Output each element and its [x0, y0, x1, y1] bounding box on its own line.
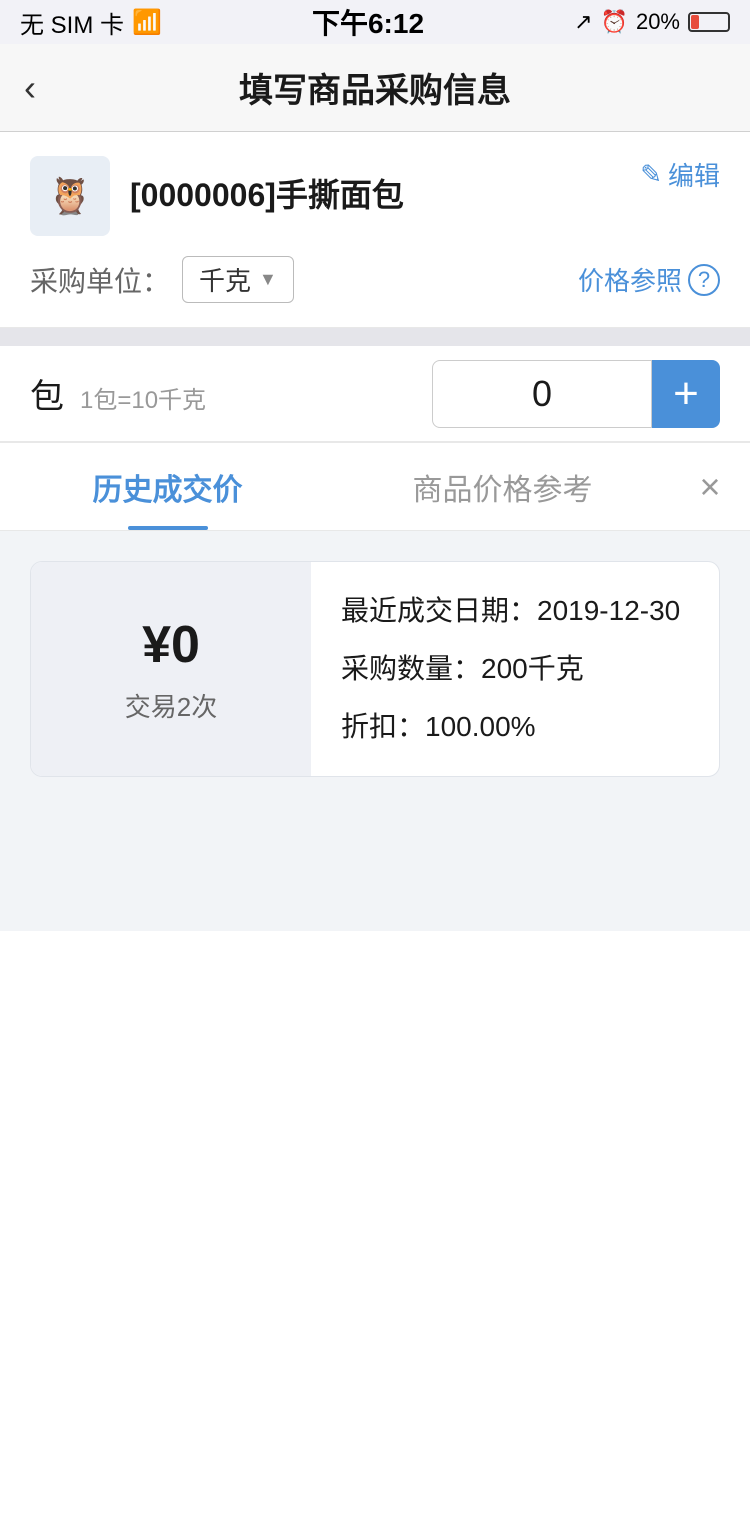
location-icon: ↗: [574, 9, 592, 35]
unit-value: 千克: [199, 261, 251, 298]
product-unit-row: 采购单位： 千克 ▼ 价格参照 ?: [30, 256, 720, 303]
history-purchase-qty-label: 采购数量：: [341, 653, 481, 684]
product-header: 🦉 [0000006]手撕面包 ✎ 编辑: [30, 156, 720, 236]
history-recent-date-value: 2019-12-30: [537, 595, 680, 626]
tab-history-price[interactable]: 历史成交价: [0, 443, 335, 530]
history-details-area: 最近成交日期：2019-12-30 采购数量：200千克 折扣：100.00%: [311, 562, 719, 776]
history-trades-count: 交易2次: [125, 687, 217, 724]
tabs-header: 历史成交价 商品价格参考 ×: [0, 443, 750, 531]
history-recent-date-row: 最近成交日期：2019-12-30: [341, 590, 689, 632]
product-icon: 🦉: [30, 156, 110, 236]
quantity-plus-button[interactable]: +: [652, 360, 720, 428]
nav-bar: ‹ 填写商品采购信息: [0, 44, 750, 132]
history-purchase-qty-value: 200千克: [481, 653, 584, 684]
price-reference-button[interactable]: 价格参照 ?: [578, 261, 720, 298]
history-recent-date-label: 最近成交日期：: [341, 595, 537, 626]
section-divider: [0, 328, 750, 346]
history-discount-value: 100.00%: [425, 711, 536, 742]
price-ref-label: 价格参照: [578, 261, 682, 298]
close-panel-button[interactable]: ×: [670, 443, 750, 531]
back-button[interactable]: ‹: [24, 67, 36, 109]
bottom-area: [0, 931, 750, 1531]
quantity-row: 包 1包=10千克 +: [0, 346, 750, 442]
unit-label: 采购单位：: [30, 260, 170, 300]
product-card: 🦉 [0000006]手撕面包 ✎ 编辑 采购单位： 千克 ▼ 价格参照 ?: [0, 132, 750, 328]
status-time: 下午6:12: [312, 2, 424, 42]
tab-active-indicator: [128, 526, 208, 530]
tab-history-price-label: 历史成交价: [93, 465, 243, 509]
brand-logo-icon: 🦉: [48, 175, 93, 217]
history-card: ¥0 交易2次 最近成交日期：2019-12-30 采购数量：200千克 折扣：…: [30, 561, 720, 777]
history-price-value: ¥0: [142, 615, 200, 675]
product-name: [0000006]手撕面包: [130, 175, 404, 217]
edit-icon: ✎: [640, 159, 662, 190]
unit-selector[interactable]: 千克 ▼: [182, 256, 294, 303]
battery-indicator: [688, 12, 730, 32]
quantity-label-area: 包 1包=10千克: [30, 369, 206, 418]
sim-status: 无 SIM 卡: [20, 5, 124, 40]
tabs-panel: 历史成交价 商品价格参考 × ¥0 交易2次 最近成交日期：2019-12-30…: [0, 442, 750, 931]
product-left: 🦉 [0000006]手撕面包: [30, 156, 404, 236]
wifi-icon: 📶: [132, 8, 162, 37]
quantity-unit: 包: [30, 369, 64, 418]
history-price-area: ¥0 交易2次: [31, 562, 311, 776]
history-purchase-qty-row: 采购数量：200千克: [341, 648, 689, 690]
quantity-controls: +: [432, 360, 720, 428]
alarm-icon: ⏰: [601, 9, 628, 35]
help-icon: ?: [688, 264, 720, 296]
status-left: 无 SIM 卡 📶: [20, 5, 162, 40]
status-right: ↗ ⏰ 20%: [574, 9, 730, 35]
edit-button[interactable]: ✎ 编辑: [640, 156, 720, 193]
page-title: 填写商品采购信息: [239, 63, 511, 112]
history-discount-label: 折扣：: [341, 711, 425, 742]
quantity-input[interactable]: [432, 360, 652, 428]
tab-product-price-ref[interactable]: 商品价格参考: [335, 443, 670, 530]
status-bar: 无 SIM 卡 📶 下午6:12 ↗ ⏰ 20%: [0, 0, 750, 44]
dropdown-arrow-icon: ▼: [259, 269, 277, 290]
quantity-hint: 1包=10千克: [80, 380, 206, 415]
tab-content-area: ¥0 交易2次 最近成交日期：2019-12-30 采购数量：200千克 折扣：…: [0, 531, 750, 931]
tab-product-price-ref-label: 商品价格参考: [413, 465, 593, 509]
battery-percent: 20%: [636, 9, 680, 35]
history-discount-row: 折扣：100.00%: [341, 706, 689, 748]
